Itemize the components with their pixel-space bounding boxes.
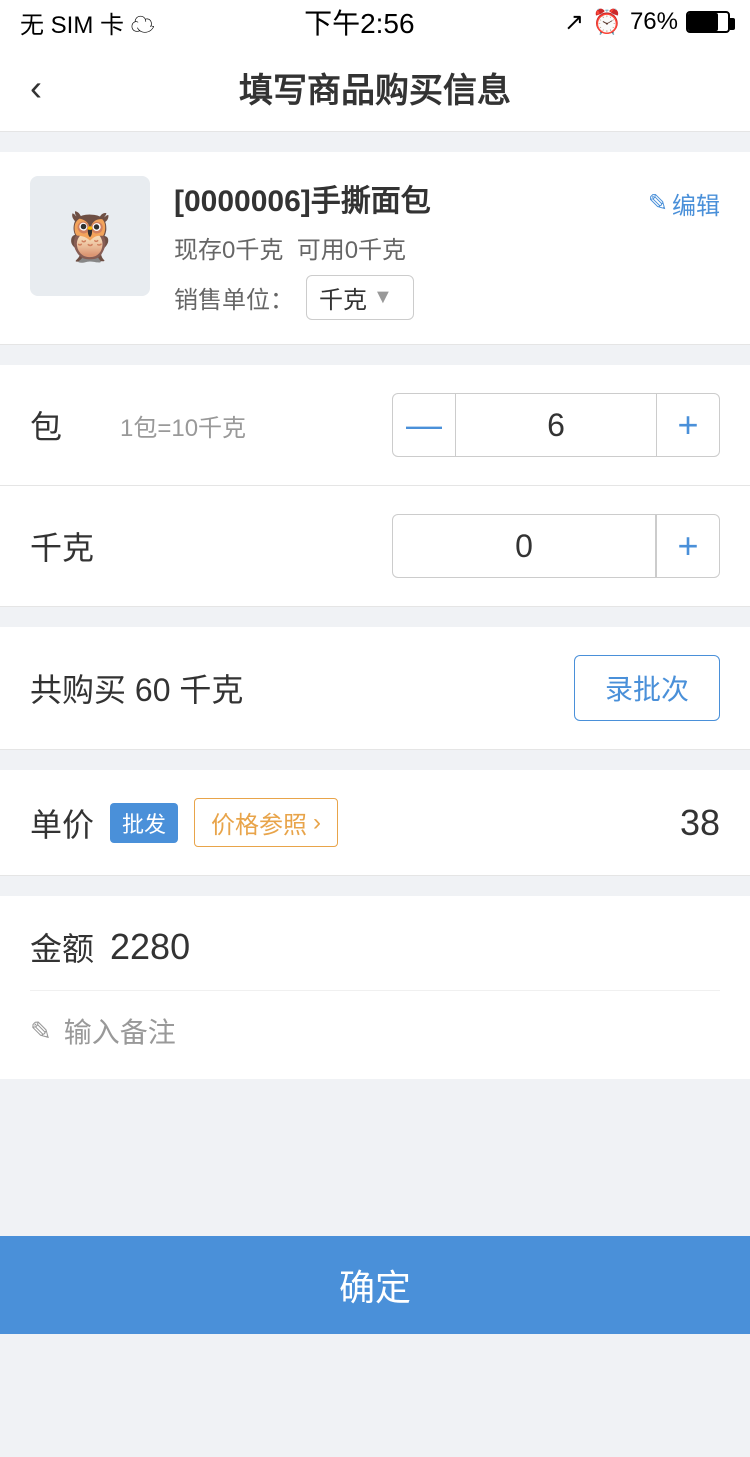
total-row: 共购买 60 千克 录批次 <box>0 627 750 750</box>
edit-icon: ✎ <box>648 189 668 218</box>
kg-qty-input[interactable] <box>392 514 656 578</box>
bag-hint: 1包=10千克 <box>120 408 392 443</box>
kg-qty-row: 千克 + <box>0 486 750 607</box>
price-ref-arrow-icon: › <box>313 809 321 837</box>
bag-plus-button[interactable]: + <box>656 393 720 457</box>
confirm-button[interactable]: 确定 <box>339 1259 411 1311</box>
unit-value: 千克 <box>319 280 367 315</box>
dropdown-arrow-icon: ▼ <box>373 286 393 309</box>
bag-label: 包 <box>30 402 110 448</box>
price-label: 单价 <box>30 800 94 846</box>
confirm-bar[interactable]: 确定 <box>0 1236 750 1334</box>
product-image: 🦉 <box>30 176 150 296</box>
price-ref-label: 价格参照 <box>211 805 307 840</box>
kg-label: 千克 <box>30 523 110 569</box>
amount-value: 2280 <box>110 926 190 968</box>
edit-label: 编辑 <box>672 186 720 221</box>
status-bar: 无 SIM 卡 ☁ 下午2:56 ↗ ⏰ 76% <box>0 0 750 44</box>
price-ref-button[interactable]: 价格参照 › <box>194 798 338 847</box>
total-text: 共购买 60 千克 <box>30 665 243 711</box>
product-name: [0000006]手撕面包 <box>174 176 431 220</box>
price-value: 38 <box>680 802 720 844</box>
status-time: 下午2:56 <box>304 2 415 42</box>
product-card: 🦉 [0000006]手撕面包 ✎ 编辑 现存0千克 可用0千克 销售单位： 千… <box>0 152 750 345</box>
unit-select[interactable]: 千克 ▼ <box>306 275 414 320</box>
amount-row: 金额 2280 <box>30 924 720 990</box>
page-title: 填写商品购买信息 <box>239 63 511 112</box>
bag-qty-input[interactable] <box>456 393 656 457</box>
quantity-section: 包 1包=10千克 — + 千克 + <box>0 365 750 607</box>
product-stock: 现存0千克 可用0千克 <box>174 230 720 265</box>
bag-qty-controls: — + <box>392 393 720 457</box>
bag-qty-row: 包 1包=10千克 — + <box>0 365 750 486</box>
price-row: 单价 批发 价格参照 › 38 <box>30 798 720 847</box>
bag-minus-button[interactable]: — <box>392 393 456 457</box>
kg-qty-controls: + <box>392 514 720 578</box>
status-right: ↗ ⏰ 76% <box>564 8 730 37</box>
sim-label: 无 SIM 卡 ☁ <box>20 5 155 40</box>
nav-bar: ‹ 填写商品购买信息 <box>0 44 750 132</box>
product-info: [0000006]手撕面包 ✎ 编辑 现存0千克 可用0千克 销售单位： 千克 … <box>174 176 720 320</box>
batch-button[interactable]: 录批次 <box>574 655 720 721</box>
kg-plus-button[interactable]: + <box>656 514 720 578</box>
status-left: 无 SIM 卡 ☁ <box>20 5 155 40</box>
battery-icon <box>686 11 730 33</box>
battery-text: 76% <box>630 8 678 36</box>
price-tag: 批发 <box>110 803 178 843</box>
product-owl-icon: 🦉 <box>60 208 120 265</box>
product-unit: 销售单位： 千克 ▼ <box>174 275 720 320</box>
alarm-icon: ⏰ <box>592 8 622 37</box>
remark-placeholder: 输入备注 <box>64 1011 176 1051</box>
edit-button[interactable]: ✎ 编辑 <box>648 186 720 221</box>
price-section: 单价 批发 价格参照 › 38 <box>0 770 750 876</box>
remark-row[interactable]: ✎ 输入备注 <box>30 990 720 1079</box>
back-button[interactable]: ‹ <box>30 67 42 109</box>
pencil-icon: ✎ <box>30 1016 52 1047</box>
amount-label: 金额 <box>30 924 94 970</box>
amount-section: 金额 2280 ✎ 输入备注 <box>0 896 750 1079</box>
location-icon: ↗ <box>564 8 584 37</box>
